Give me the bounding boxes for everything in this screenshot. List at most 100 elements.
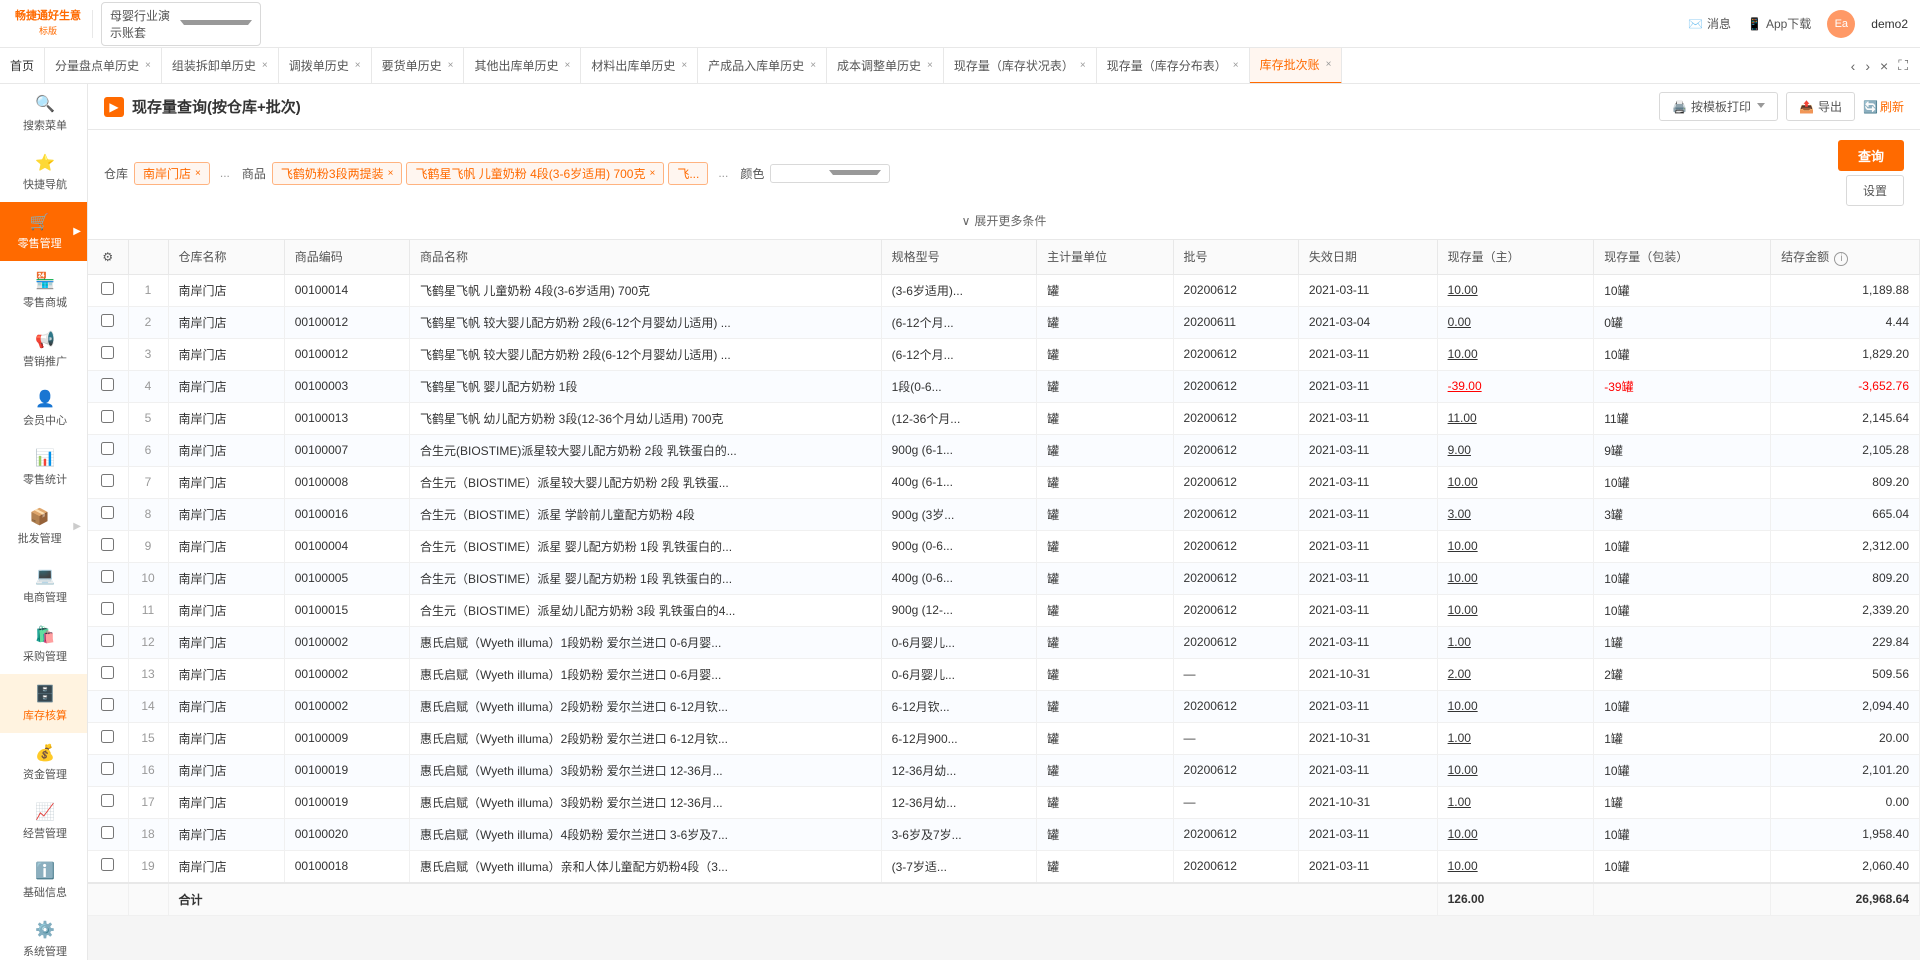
sidebar-item-marketing[interactable]: 📢 营销推广 [0, 320, 87, 379]
sidebar-item-stats[interactable]: 📊 零售统计 [0, 438, 87, 497]
amount-info-icon[interactable]: i [1834, 252, 1848, 266]
expand-arrow-button[interactable]: ▶ [104, 97, 124, 117]
product-tag-1-close[interactable]: × [388, 168, 394, 179]
sidebar-item-wholesale[interactable]: 📦 批发管理 ▶ [0, 497, 87, 556]
query-button[interactable]: 查询 [1838, 140, 1904, 171]
row-check[interactable] [88, 370, 128, 402]
tab-home[interactable]: 首页 [0, 48, 45, 84]
row-check[interactable] [88, 402, 128, 434]
warehouse-tag-close[interactable]: × [195, 168, 201, 179]
tab-yaohuo-close[interactable]: × [448, 60, 454, 71]
row-qty-main[interactable]: 10.00 [1437, 562, 1594, 594]
row-checkbox[interactable] [101, 858, 114, 871]
row-checkbox[interactable] [101, 602, 114, 615]
row-checkbox[interactable] [101, 378, 114, 391]
row-qty-main[interactable]: 2.00 [1437, 658, 1594, 690]
row-checkbox[interactable] [101, 762, 114, 775]
row-check[interactable] [88, 306, 128, 338]
row-qty-main[interactable]: 11.00 [1437, 402, 1594, 434]
row-checkbox[interactable] [101, 282, 114, 295]
row-checkbox[interactable] [101, 698, 114, 711]
row-checkbox[interactable] [101, 314, 114, 327]
row-check[interactable] [88, 338, 128, 370]
row-check[interactable] [88, 434, 128, 466]
tab-diaobo[interactable]: 调拨单历史 × [279, 48, 372, 84]
tab-xiancun1[interactable]: 现存量（库存状况表） × [944, 48, 1097, 84]
row-qty-main[interactable]: 10.00 [1437, 274, 1594, 306]
tab-fenpan-close[interactable]: × [145, 60, 151, 71]
tab-close-all-button[interactable]: × [1876, 56, 1892, 76]
row-check[interactable] [88, 818, 128, 850]
row-checkbox[interactable] [101, 730, 114, 743]
row-qty-main[interactable]: 3.00 [1437, 498, 1594, 530]
warehouse-tag-nanan[interactable]: 南岸门店 × [134, 162, 210, 185]
messages-button[interactable]: ✉️ 消息 [1688, 15, 1731, 32]
row-qty-main[interactable]: 0.00 [1437, 306, 1594, 338]
tab-chengben-close[interactable]: × [927, 60, 933, 71]
row-check[interactable] [88, 658, 128, 690]
tab-zuhe-close[interactable]: × [262, 60, 268, 71]
tab-fenpan[interactable]: 分量盘点单历史 × [45, 48, 162, 84]
row-checkbox[interactable] [101, 570, 114, 583]
row-qty-main[interactable]: 10.00 [1437, 338, 1594, 370]
refresh-button[interactable]: 🔄 刷新 [1863, 98, 1904, 115]
sidebar-item-ops[interactable]: 📈 经营管理 [0, 792, 87, 851]
row-checkbox[interactable] [101, 634, 114, 647]
row-qty-main[interactable]: 10.00 [1437, 530, 1594, 562]
row-checkbox[interactable] [101, 474, 114, 487]
product-tag-2-close[interactable]: × [649, 168, 655, 179]
tab-chengben[interactable]: 成本调整单历史 × [827, 48, 944, 84]
row-check[interactable] [88, 754, 128, 786]
row-check[interactable] [88, 498, 128, 530]
row-check[interactable] [88, 530, 128, 562]
tab-kucun[interactable]: 库存批次账 × [1250, 48, 1343, 84]
sidebar-item-retail[interactable]: 🛒 零售管理 ▶ [0, 202, 87, 261]
tab-diaobo-close[interactable]: × [355, 60, 361, 71]
tab-kucun-close[interactable]: × [1326, 59, 1332, 70]
sidebar-item-purchase[interactable]: 🛍️ 采购管理 [0, 615, 87, 674]
row-qty-main[interactable]: 1.00 [1437, 786, 1594, 818]
row-check[interactable] [88, 594, 128, 626]
row-qty-main[interactable]: 10.00 [1437, 466, 1594, 498]
tab-qita[interactable]: 其他出库单历史 × [464, 48, 581, 84]
tab-next-button[interactable]: › [1861, 56, 1874, 76]
row-check[interactable] [88, 274, 128, 306]
row-checkbox[interactable] [101, 826, 114, 839]
sidebar-item-basic[interactable]: ℹ️ 基础信息 [0, 851, 87, 910]
sidebar-item-finance[interactable]: 💰 资金管理 [0, 733, 87, 792]
product-more-dots[interactable]: ... [718, 166, 728, 180]
row-qty-main[interactable]: 10.00 [1437, 850, 1594, 883]
row-qty-main[interactable]: 10.00 [1437, 818, 1594, 850]
product-tag-2[interactable]: 飞鹤星飞帆 儿童奶粉 4段(3-6岁适用) 700克 × [406, 162, 664, 185]
settings-button[interactable]: 设置 [1846, 175, 1904, 206]
sidebar-item-ecom[interactable]: 💻 电商管理 [0, 556, 87, 615]
row-qty-main[interactable]: 1.00 [1437, 626, 1594, 658]
row-qty-main[interactable]: 10.00 [1437, 754, 1594, 786]
row-checkbox[interactable] [101, 442, 114, 455]
row-qty-main[interactable]: 10.00 [1437, 594, 1594, 626]
product-tag-more[interactable]: 飞... [668, 162, 708, 185]
row-check[interactable] [88, 466, 128, 498]
row-checkbox[interactable] [101, 666, 114, 679]
row-qty-main[interactable]: 9.00 [1437, 434, 1594, 466]
sidebar-item-search[interactable]: 🔍 搜索菜单 [0, 84, 87, 143]
tab-chancheng[interactable]: 产成品入库单历史 × [698, 48, 827, 84]
tab-fullscreen-button[interactable]: ⛶ [1894, 55, 1912, 76]
row-check[interactable] [88, 786, 128, 818]
sidebar-item-system[interactable]: ⚙️ 系统管理 [0, 910, 87, 960]
expand-filters-button[interactable]: ∨ 展开更多条件 [104, 212, 1904, 229]
sidebar-item-quicknav[interactable]: ⭐ 快捷导航 [0, 143, 87, 202]
app-download-button[interactable]: 📱 App下载 [1747, 15, 1811, 32]
sidebar-item-member[interactable]: 👤 会员中心 [0, 379, 87, 438]
tab-cailiao-close[interactable]: × [681, 60, 687, 71]
tab-xiancun1-close[interactable]: × [1080, 60, 1086, 71]
workspace-selector[interactable]: 母婴行业演示账套 [101, 2, 261, 46]
row-qty-main[interactable]: 10.00 [1437, 690, 1594, 722]
row-checkbox[interactable] [101, 410, 114, 423]
row-qty-main[interactable]: -39.00 [1437, 370, 1594, 402]
sidebar-item-inventory[interactable]: 🗄️ 库存核算 [0, 674, 87, 733]
export-button[interactable]: 📤 导出 [1786, 92, 1855, 121]
tab-chancheng-close[interactable]: × [810, 60, 816, 71]
tab-prev-button[interactable]: ‹ [1847, 56, 1860, 76]
product-tag-1[interactable]: 飞鹤奶粉3段两提装 × [272, 162, 403, 185]
